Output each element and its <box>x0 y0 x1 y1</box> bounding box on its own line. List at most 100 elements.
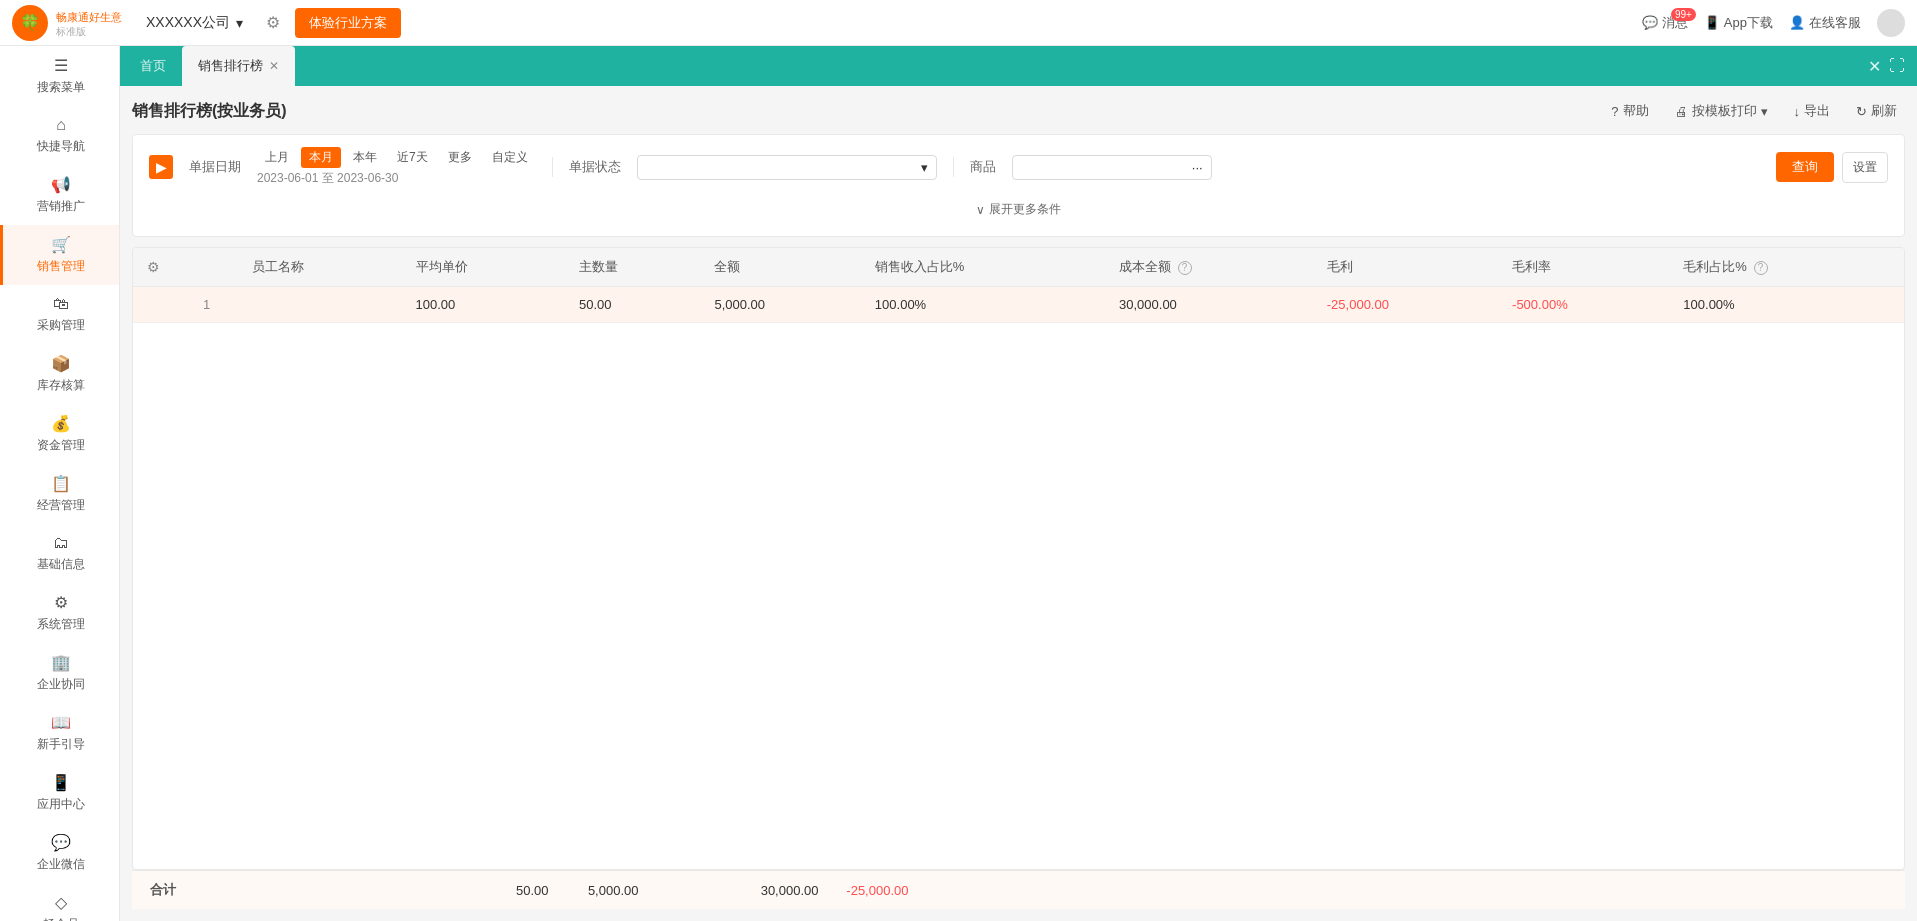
goods-more-icon: ··· <box>1192 160 1203 175</box>
inventory-icon: 📦 <box>51 354 71 373</box>
sidebar-item-member[interactable]: ◇ 畅会员 <box>0 883 119 921</box>
close-window-icon[interactable]: ✕ <box>1868 57 1881 76</box>
tab-home[interactable]: 首页 <box>124 46 182 86</box>
filter-panel: ▶ 单据日期 上月 本月 本年 近7天 更多 自定义 2023-06-01 至 … <box>132 134 1905 237</box>
app-name: 畅康通好生意 <box>56 10 122 25</box>
expand-more-button[interactable]: ∨ 展开更多条件 <box>149 195 1888 224</box>
sidebar-item-operations[interactable]: 📋 经营管理 <box>0 464 119 524</box>
app-version: 标准版 <box>56 25 122 39</box>
date-tab-curr[interactable]: 本月 <box>301 147 341 168</box>
footer-cost: 30,000.00 <box>761 883 819 898</box>
tab-close-icon[interactable]: ✕ <box>269 59 279 73</box>
table-wrapper: ⚙ 员工名称 平均单价 主数量 全额 销售收入占比% 成本全额 ? <box>132 247 1905 870</box>
footer-gross: -25,000.00 <box>846 883 908 898</box>
sidebar-item-label: 企业微信 <box>37 856 85 873</box>
sidebar-item-inventory[interactable]: 📦 库存核算 <box>0 344 119 404</box>
operations-icon: 📋 <box>51 474 71 493</box>
sidebar-item-label: 采购管理 <box>37 317 85 334</box>
cell-rank: 1 <box>173 287 240 323</box>
goods-select[interactable]: ··· <box>1012 155 1212 180</box>
goods-filter-label: 商品 <box>970 158 996 176</box>
cell-amount: 5,000.00 <box>702 287 862 323</box>
expand-label: 展开更多条件 <box>989 201 1061 218</box>
cell-sales-pct: 100.00% <box>863 287 1107 323</box>
sidebar-item-label: 销售管理 <box>37 258 85 275</box>
print-button[interactable]: 🖨 按模板打印 ▾ <box>1667 98 1776 124</box>
col-gross: 毛利 <box>1315 248 1500 287</box>
sidebar-item-wechat[interactable]: 💬 企业微信 <box>0 823 119 883</box>
chevron-down-icon: ∨ <box>976 203 985 217</box>
col-amount: 全额 <box>702 248 862 287</box>
query-button[interactable]: 查询 <box>1776 152 1834 182</box>
user-avatar[interactable] <box>1877 9 1905 37</box>
sidebar-item-system[interactable]: ⚙ 系统管理 <box>0 583 119 643</box>
search-icon: ☰ <box>54 56 68 75</box>
sidebar-item-guide[interactable]: 📖 新手引导 <box>0 703 119 763</box>
sidebar-item-marketing[interactable]: 📢 营销推广 <box>0 165 119 225</box>
online-service-button[interactable]: 👤 在线客服 <box>1789 14 1861 32</box>
sidebar-item-label: 系统管理 <box>37 616 85 633</box>
quick-toggle-button[interactable]: ▶ <box>149 155 173 179</box>
app-logo: 🍀 <box>12 5 48 41</box>
content-area: 首页 销售排行榜 ✕ ✕ ⛶ 销售排行榜(按业务员) ? 帮助 <box>120 46 1917 921</box>
date-tab-year[interactable]: 本年 <box>345 147 385 168</box>
service-icon: 👤 <box>1789 15 1805 30</box>
sidebar-item-finance[interactable]: 💰 资金管理 <box>0 404 119 464</box>
date-tabs: 上月 本月 本年 近7天 更多 自定义 <box>257 147 536 168</box>
finance-icon: 💰 <box>51 414 71 433</box>
sidebar-item-label: 企业协同 <box>37 676 85 693</box>
sidebar-item-quick-nav[interactable]: ⌂ 快捷导航 <box>0 106 119 165</box>
apps-icon: 📱 <box>51 773 71 792</box>
sales-ranking-table: ⚙ 员工名称 平均单价 主数量 全额 销售收入占比% 成本全额 ? <box>133 248 1904 323</box>
company-selector[interactable]: XXXXXX公司 ▾ <box>138 10 251 36</box>
help-button[interactable]: ? 帮助 <box>1603 98 1656 124</box>
basic-info-icon: 🗂 <box>53 534 69 552</box>
cost-info-icon[interactable]: ? <box>1178 261 1192 275</box>
date-tab-more[interactable]: 更多 <box>440 147 480 168</box>
col-sales-pct: 销售收入占比% <box>863 248 1107 287</box>
settings-button[interactable]: ⚙ <box>259 9 287 37</box>
sidebar-item-purchase[interactable]: 🛍 采购管理 <box>0 285 119 344</box>
export-icon: ↓ <box>1794 104 1801 119</box>
footer-qty: 50.00 <box>516 883 549 898</box>
tab-sales-ranking[interactable]: 销售排行榜 ✕ <box>182 46 295 86</box>
cell-cost: 30,000.00 <box>1107 287 1315 323</box>
date-tab-custom[interactable]: 自定义 <box>484 147 536 168</box>
refresh-button[interactable]: ↻ 刷新 <box>1848 98 1905 124</box>
col-settings[interactable]: ⚙ <box>133 248 173 287</box>
page-header: 销售排行榜(按业务员) ? 帮助 🖨 按模板打印 ▾ ↓ 导出 <box>132 98 1905 124</box>
date-tab-prev[interactable]: 上月 <box>257 147 297 168</box>
sidebar: ☰ 搜索菜单 ⌂ 快捷导航 📢 营销推广 🛒 销售管理 🛍 采购管理 📦 库存核… <box>0 46 120 921</box>
date-filter-label: 单据日期 <box>189 158 241 176</box>
wechat-icon: 💬 <box>51 833 71 852</box>
download-icon: 📱 <box>1704 15 1720 30</box>
cell-name <box>240 287 403 323</box>
date-tab-week7[interactable]: 近7天 <box>389 147 436 168</box>
table-settings-icon[interactable]: ⚙ <box>147 259 160 275</box>
help-label: 帮助 <box>1623 102 1649 120</box>
sidebar-item-basic-info[interactable]: 🗂 基础信息 <box>0 524 119 583</box>
sidebar-item-apps[interactable]: 📱 应用中心 <box>0 763 119 823</box>
footer-label: 合计 <box>144 881 182 899</box>
settings-button[interactable]: 设置 <box>1842 152 1888 183</box>
gross-pct-info-icon[interactable]: ? <box>1754 261 1768 275</box>
col-gross-rate: 毛利率 <box>1500 248 1671 287</box>
top-bar: 🍀 畅康通好生意 标准版 XXXXXX公司 ▾ ⚙ 体验行业方案 💬 消息 99… <box>0 0 1917 46</box>
top-bar-right: 💬 消息 99+ 📱 App下载 👤 在线客服 <box>1642 9 1905 37</box>
refresh-icon: ↻ <box>1856 104 1867 119</box>
cell-settings <box>133 287 173 323</box>
message-button[interactable]: 💬 消息 99+ <box>1642 14 1688 32</box>
maximize-icon[interactable]: ⛶ <box>1889 57 1905 75</box>
status-select[interactable]: ▾ <box>637 155 937 180</box>
sidebar-item-label: 新手引导 <box>37 736 85 753</box>
print-label: 按模板打印 <box>1692 102 1757 120</box>
export-button[interactable]: ↓ 导出 <box>1786 98 1839 124</box>
sidebar-item-enterprise[interactable]: 🏢 企业协同 <box>0 643 119 703</box>
sidebar-item-label: 应用中心 <box>37 796 85 813</box>
sidebar-item-sales[interactable]: 🛒 销售管理 <box>0 225 119 285</box>
trial-button[interactable]: 体验行业方案 <box>295 8 401 38</box>
sidebar-item-search[interactable]: ☰ 搜索菜单 <box>0 46 119 106</box>
filter-separator-1 <box>552 157 553 177</box>
table-header-row: ⚙ 员工名称 平均单价 主数量 全额 销售收入占比% 成本全额 ? <box>133 248 1904 287</box>
app-download-button[interactable]: 📱 App下载 <box>1704 14 1773 32</box>
